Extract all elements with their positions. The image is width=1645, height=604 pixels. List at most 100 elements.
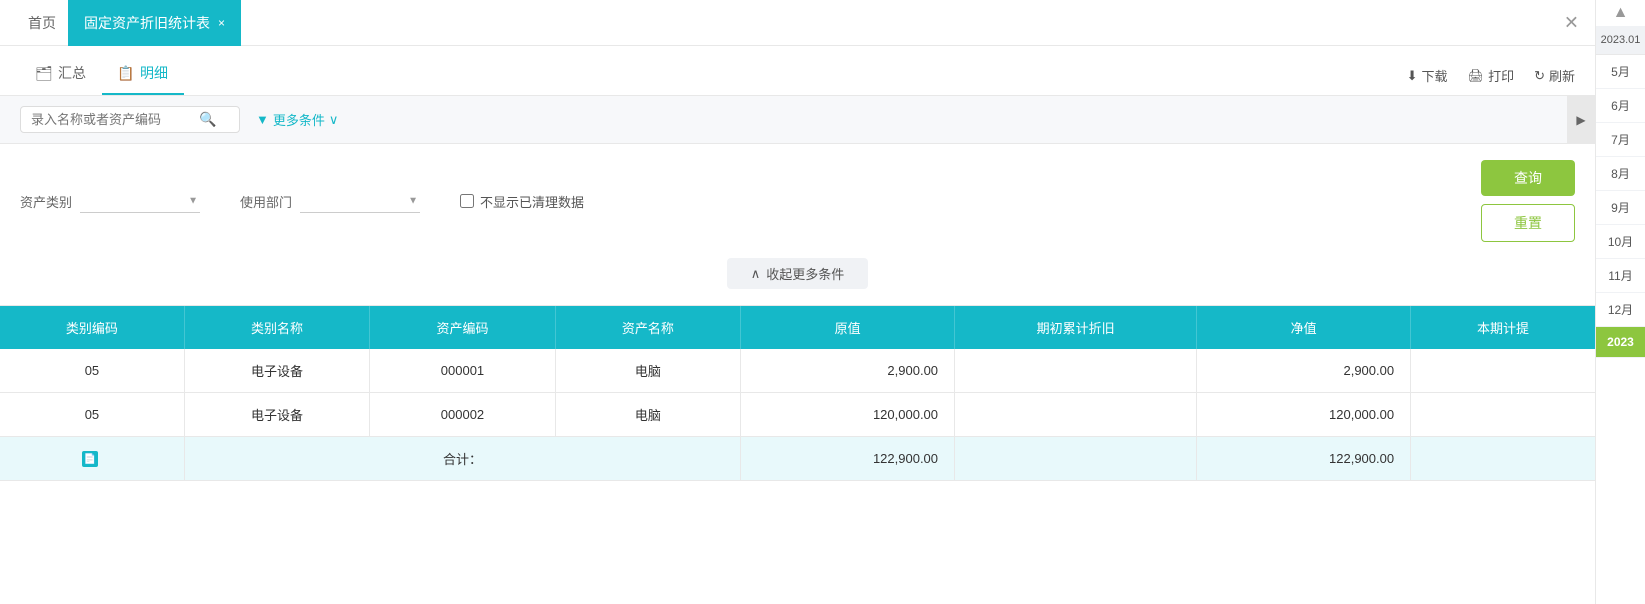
collapse-btn[interactable]: ∧ 收起更多条件 bbox=[727, 258, 869, 289]
cell-net-1: 2,900.00 bbox=[1197, 349, 1411, 393]
col-header-category: 类别名称 bbox=[184, 306, 369, 349]
cell-category-2: 电子设备 bbox=[184, 393, 369, 437]
col-header-asset-code: 资产编码 bbox=[370, 306, 555, 349]
cell-net-2: 120,000.00 bbox=[1197, 393, 1411, 437]
table-row[interactable]: 05 电子设备 000001 电脑 2,900.00 2,900.00 bbox=[0, 349, 1595, 393]
asset-type-select-wrap: ▼ bbox=[80, 189, 200, 213]
hide-cleared-label: 不显示已清理数据 bbox=[480, 192, 584, 211]
refresh-icon: ↻ bbox=[1534, 68, 1545, 84]
summary-original: 122,900.00 bbox=[741, 437, 955, 481]
col-header-current: 本期计提 bbox=[1411, 306, 1595, 349]
search-input[interactable] bbox=[31, 112, 191, 127]
tab-detail-label: 明细 bbox=[140, 63, 168, 83]
tab-summary-label: 汇总 bbox=[58, 63, 86, 83]
hide-cleared-field: 不显示已清理数据 bbox=[460, 192, 584, 211]
tab-summary[interactable]: 🗂 汇总 bbox=[20, 63, 102, 95]
date-header: 2023.01 bbox=[1596, 26, 1645, 55]
month-5[interactable]: 5月 bbox=[1596, 55, 1645, 89]
download-label: 下载 bbox=[1422, 66, 1448, 85]
filter-label: 更多条件 bbox=[273, 110, 325, 129]
month-12[interactable]: 12月 bbox=[1596, 293, 1645, 327]
asset-table: 类别编码 类别名称 资产编码 资产名称 原值 期初累计折旧 净值 本期计提 05… bbox=[0, 306, 1595, 481]
summary-icon: 🗂 bbox=[36, 65, 52, 81]
summary-net: 122,900.00 bbox=[1197, 437, 1411, 481]
filter-icon: ▼ bbox=[256, 112, 269, 127]
download-btn[interactable]: ⬇ 下载 bbox=[1407, 66, 1448, 85]
cell-original-2: 120,000.00 bbox=[741, 393, 955, 437]
cell-asset-code-1: 000001 bbox=[370, 349, 555, 393]
department-select-wrap: ▼ bbox=[300, 189, 420, 213]
cell-accumulated-1 bbox=[955, 349, 1197, 393]
month-6[interactable]: 6月 bbox=[1596, 89, 1645, 123]
month-8[interactable]: 8月 bbox=[1596, 157, 1645, 191]
cell-category-1: 电子设备 bbox=[184, 349, 369, 393]
asset-type-label: 资产类别 bbox=[20, 192, 72, 211]
table-header-row: 类别编码 类别名称 资产编码 资产名称 原值 期初累计折旧 净值 本期计提 bbox=[0, 306, 1595, 349]
print-label: 打印 bbox=[1488, 66, 1514, 85]
filter-row-1: 资产类别 ▼ 使用部门 ▼ 不显示已清理数 bbox=[20, 160, 1575, 242]
asset-type-select[interactable] bbox=[80, 189, 200, 213]
tab-close-btn[interactable]: × bbox=[218, 16, 225, 30]
sub-tab-bar: 🗂 汇总 📋 明细 ⬇ 下载 🖨 打印 ↻ 刷新 bbox=[0, 46, 1595, 96]
collapse-label: 收起更多条件 bbox=[766, 264, 844, 283]
search-input-wrap: 🔍 bbox=[20, 106, 240, 133]
tab-actions: ⬇ 下载 🖨 打印 ↻ 刷新 bbox=[1407, 66, 1575, 85]
summary-row: 📄 合计： 122,900.00 122,900.00 bbox=[0, 437, 1595, 481]
department-label: 使用部门 bbox=[240, 192, 292, 211]
cell-asset-code-2: 000002 bbox=[370, 393, 555, 437]
tab-title: 固定资产折旧统计表 bbox=[84, 13, 210, 33]
home-tab[interactable]: 首页 bbox=[16, 13, 68, 33]
hide-cleared-checkbox[interactable] bbox=[460, 194, 474, 208]
detail-icon: 📋 bbox=[118, 65, 134, 81]
collapse-icon: ∧ bbox=[751, 266, 761, 282]
more-filter-btn[interactable]: ▼ 更多条件 ∨ bbox=[256, 110, 338, 129]
scroll-up-btn[interactable]: ▲ bbox=[1596, 0, 1645, 26]
cell-current-2 bbox=[1411, 393, 1595, 437]
summary-accumulated bbox=[955, 437, 1197, 481]
cell-code-1: 05 bbox=[0, 349, 184, 393]
col-header-asset-name: 资产名称 bbox=[555, 306, 740, 349]
nav-arrow-btn[interactable]: ▶ bbox=[1567, 96, 1595, 143]
action-buttons: 查询 重置 bbox=[1481, 160, 1575, 242]
month-11[interactable]: 11月 bbox=[1596, 259, 1645, 293]
refresh-btn[interactable]: ↻ 刷新 bbox=[1534, 66, 1575, 85]
col-header-net: 净值 bbox=[1197, 306, 1411, 349]
col-header-original: 原值 bbox=[741, 306, 955, 349]
cell-asset-name-2: 电脑 bbox=[555, 393, 740, 437]
month-9[interactable]: 9月 bbox=[1596, 191, 1645, 225]
summary-current bbox=[1411, 437, 1595, 481]
month-10[interactable]: 10月 bbox=[1596, 225, 1645, 259]
top-nav: 首页 固定资产折旧统计表 × ✕ bbox=[0, 0, 1595, 46]
print-btn[interactable]: 🖨 打印 bbox=[1468, 66, 1515, 85]
tab-detail[interactable]: 📋 明细 bbox=[102, 63, 184, 95]
cell-accumulated-2 bbox=[955, 393, 1197, 437]
filter-panel: 资产类别 ▼ 使用部门 ▼ 不显示已清理数 bbox=[0, 144, 1595, 306]
query-button[interactable]: 查询 bbox=[1481, 160, 1575, 196]
month-7[interactable]: 7月 bbox=[1596, 123, 1645, 157]
year-badge[interactable]: 2023 bbox=[1596, 327, 1645, 358]
reset-button[interactable]: 重置 bbox=[1481, 204, 1575, 242]
summary-icon: 📄 bbox=[82, 451, 98, 467]
department-field: 使用部门 ▼ bbox=[240, 189, 420, 213]
asset-type-field: 资产类别 ▼ bbox=[20, 189, 200, 213]
right-sidebar: ▲ 2023.01 5月 6月 7月 8月 9月 10月 11月 12月 202… bbox=[1595, 0, 1645, 604]
print-icon: 🖨 bbox=[1468, 68, 1485, 84]
search-icon: 🔍 bbox=[199, 111, 216, 128]
cell-original-1: 2,900.00 bbox=[741, 349, 955, 393]
cell-current-1 bbox=[1411, 349, 1595, 393]
window-close-btn[interactable]: ✕ bbox=[1564, 12, 1579, 33]
refresh-label: 刷新 bbox=[1549, 66, 1575, 85]
download-icon: ⬇ bbox=[1407, 68, 1418, 84]
cell-code-2: 05 bbox=[0, 393, 184, 437]
cell-asset-name-1: 电脑 bbox=[555, 349, 740, 393]
summary-label: 合计： bbox=[184, 437, 740, 481]
department-select[interactable] bbox=[300, 189, 420, 213]
search-bar: 🔍 ▼ 更多条件 ∨ ▶ bbox=[0, 96, 1595, 144]
filter-arrow-icon: ∨ bbox=[329, 112, 339, 128]
table-wrap: 类别编码 类别名称 资产编码 资产名称 原值 期初累计折旧 净值 本期计提 05… bbox=[0, 306, 1595, 604]
active-tab[interactable]: 固定资产折旧统计表 × bbox=[68, 0, 241, 46]
table-row[interactable]: 05 电子设备 000002 电脑 120,000.00 120,000.00 bbox=[0, 393, 1595, 437]
col-header-code: 类别编码 bbox=[0, 306, 184, 349]
col-header-accumulated: 期初累计折旧 bbox=[955, 306, 1197, 349]
summary-icon-cell: 📄 bbox=[0, 437, 184, 481]
